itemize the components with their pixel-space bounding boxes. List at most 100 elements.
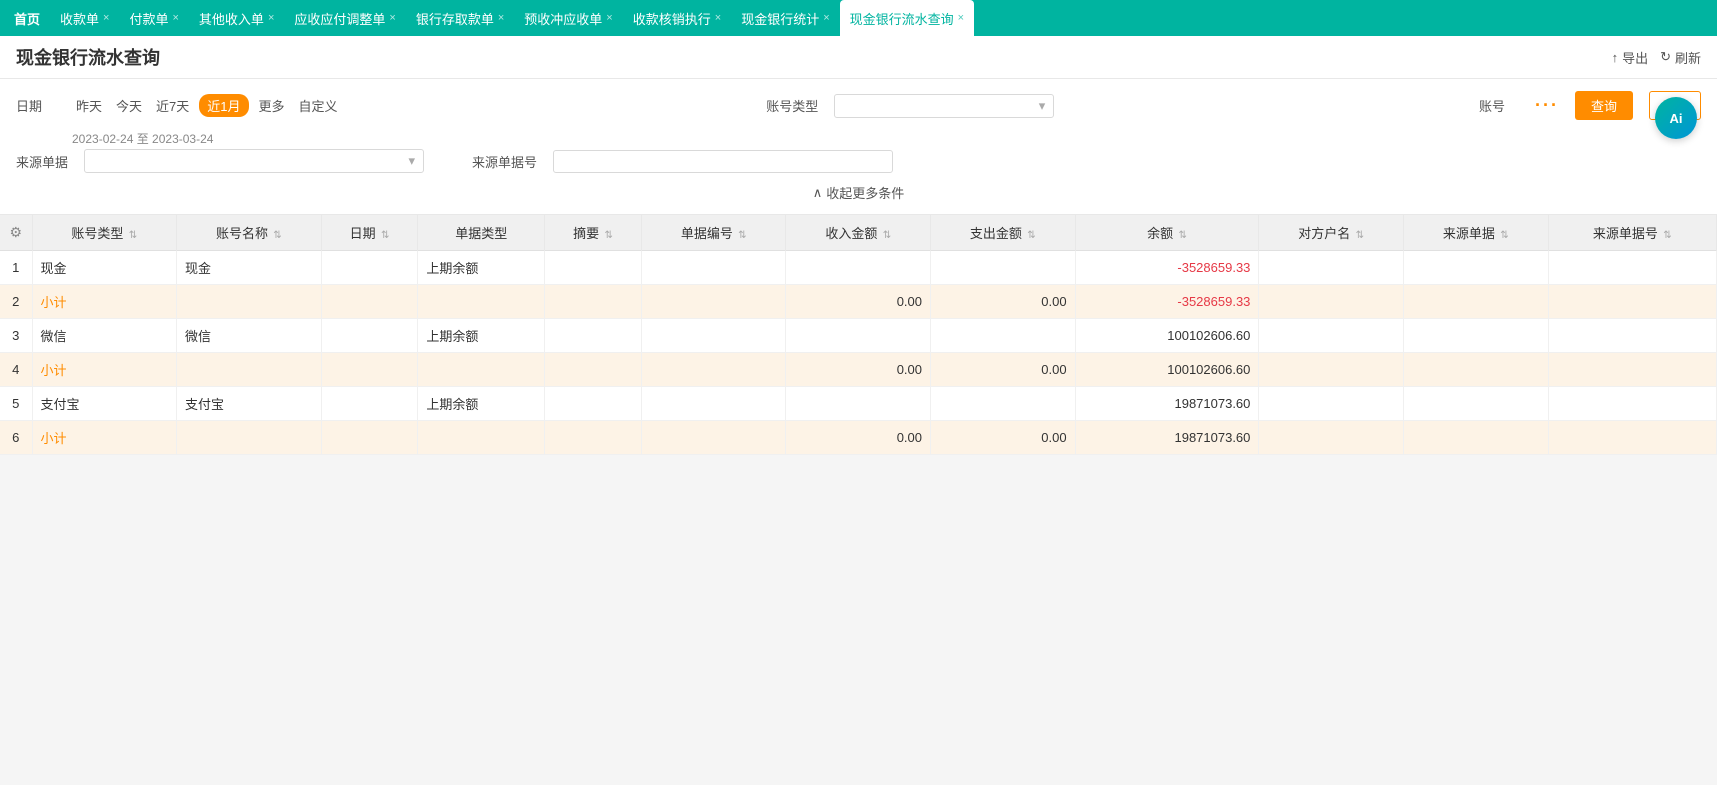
account-type-select[interactable]: ▾ xyxy=(834,94,1054,118)
sort-icon: ⇅ xyxy=(1178,230,1186,241)
row-no: 4 xyxy=(0,353,32,387)
col-source-doc-no[interactable]: 来源单据号 ⇅ xyxy=(1548,215,1717,251)
nav-home[interactable]: 首页 xyxy=(4,0,50,36)
row-source-doc-no xyxy=(1548,319,1717,353)
close-icon[interactable]: × xyxy=(268,12,274,24)
row-summary xyxy=(545,319,642,353)
nav-tab-yushou[interactable]: 预收冲应收单 × xyxy=(514,0,622,36)
yesterday-btn[interactable]: 昨天 xyxy=(72,94,106,117)
row-account-name xyxy=(177,421,322,455)
today-btn[interactable]: 今天 xyxy=(112,94,146,117)
sort-icon: ⇅ xyxy=(883,230,891,241)
row-account-type: 小计 xyxy=(32,285,177,319)
row-doc-type xyxy=(418,353,545,387)
more-btn[interactable]: 更多 xyxy=(255,94,289,117)
col-summary[interactable]: 摘要 ⇅ xyxy=(545,215,642,251)
row-doc-no xyxy=(641,285,786,319)
gear-icon[interactable]: ⚙ xyxy=(9,224,22,240)
col-source-doc[interactable]: 来源单据 ⇅ xyxy=(1403,215,1548,251)
row-account-name xyxy=(177,353,322,387)
query-button[interactable]: 查询 xyxy=(1575,91,1633,120)
row-source-doc-no xyxy=(1548,285,1717,319)
row-doc-type xyxy=(418,421,545,455)
nav-tab-yinhang[interactable]: 银行存取款单 × xyxy=(406,0,514,36)
filter-row-date: 日期 昨天 今天 近7天 近1月 更多 自定义 账号类型 ▾ 账号 ··· 查询… xyxy=(16,91,1701,120)
sort-icon: ⇅ xyxy=(1500,230,1508,241)
row-date xyxy=(321,319,418,353)
export-button[interactable]: ↑ 导出 xyxy=(1612,48,1649,67)
date-shortcuts: 昨天 今天 近7天 近1月 更多 自定义 xyxy=(72,94,342,117)
row-account-name: 微信 xyxy=(177,319,322,353)
close-icon[interactable]: × xyxy=(498,12,504,24)
sort-icon: ⇅ xyxy=(273,230,281,241)
custom-btn[interactable]: 自定义 xyxy=(295,94,342,117)
week-btn[interactable]: 近7天 xyxy=(152,94,193,117)
row-account-type: 支付宝 xyxy=(32,387,177,421)
col-expense[interactable]: 支出金额 ⇅ xyxy=(931,215,1076,251)
close-icon[interactable]: × xyxy=(389,12,395,24)
sort-icon: ⇅ xyxy=(129,230,137,241)
month-btn[interactable]: 近1月 xyxy=(199,94,248,117)
close-icon[interactable]: × xyxy=(823,12,829,24)
source-doc-no-input[interactable] xyxy=(553,150,893,173)
row-summary xyxy=(545,353,642,387)
col-counterpart[interactable]: 对方户名 ⇅ xyxy=(1259,215,1404,251)
source-doc-select[interactable]: ▾ xyxy=(84,149,424,173)
ai-badge[interactable]: Ai xyxy=(1655,97,1697,139)
row-balance: 100102606.60 xyxy=(1075,319,1259,353)
row-balance: -3528659.33 xyxy=(1075,285,1259,319)
col-account-type[interactable]: 账号类型 ⇅ xyxy=(32,215,177,251)
row-counterpart xyxy=(1259,251,1404,285)
collapse-icon: ∧ xyxy=(813,185,823,201)
close-icon[interactable]: × xyxy=(172,12,178,24)
nav-tab-liushui[interactable]: 现金银行流水查询 × xyxy=(840,0,974,36)
nav-tab-shoukuan[interactable]: 收款单 × xyxy=(50,0,119,36)
collapse-bar[interactable]: ∧ 收起更多条件 xyxy=(16,183,1701,202)
row-income xyxy=(786,387,931,421)
sort-icon: ⇅ xyxy=(604,230,612,241)
row-source-doc xyxy=(1403,285,1548,319)
row-balance: 100102606.60 xyxy=(1075,353,1259,387)
nav-tab-tiaozheng[interactable]: 应收应付调整单 × xyxy=(284,0,405,36)
close-icon[interactable]: × xyxy=(103,12,109,24)
top-nav: 首页 收款单 × 付款单 × 其他收入单 × 应收应付调整单 × 银行存取款单 … xyxy=(0,0,1717,36)
close-icon[interactable]: × xyxy=(606,12,612,24)
table-container: ⚙ 账号类型 ⇅ 账号名称 ⇅ 日期 ⇅ 单据类型 摘要 xyxy=(0,215,1717,455)
row-source-doc-no xyxy=(1548,353,1717,387)
col-doc-no[interactable]: 单据编号 ⇅ xyxy=(641,215,786,251)
close-icon[interactable]: × xyxy=(958,12,964,24)
col-income[interactable]: 收入金额 ⇅ xyxy=(786,215,931,251)
row-no: 2 xyxy=(0,285,32,319)
col-date[interactable]: 日期 ⇅ xyxy=(321,215,418,251)
row-source-doc xyxy=(1403,421,1548,455)
row-source-doc xyxy=(1403,251,1548,285)
row-balance: 19871073.60 xyxy=(1075,421,1259,455)
col-account-name[interactable]: 账号名称 ⇅ xyxy=(177,215,322,251)
table-row: 1 现金 现金 上期余额 -3528659.33 xyxy=(0,251,1717,285)
row-summary xyxy=(545,421,642,455)
row-income: 0.00 xyxy=(786,421,931,455)
nav-tab-tongji[interactable]: 现金银行统计 × xyxy=(731,0,839,36)
close-icon[interactable]: × xyxy=(715,12,721,24)
row-date xyxy=(321,353,418,387)
refresh-button[interactable]: ↻ 刷新 xyxy=(1660,48,1701,67)
sort-icon: ⇅ xyxy=(1356,230,1364,241)
col-balance[interactable]: 余额 ⇅ xyxy=(1075,215,1259,251)
table-row: 3 微信 微信 上期余额 100102606.60 xyxy=(0,319,1717,353)
nav-tab-hexiao[interactable]: 收款核销执行 × xyxy=(623,0,731,36)
account-ellipsis-btn[interactable]: ··· xyxy=(1535,95,1559,116)
row-account-name xyxy=(177,285,322,319)
row-counterpart xyxy=(1259,353,1404,387)
table-row: 4 小计 0.00 0.00 100102606.60 xyxy=(0,353,1717,387)
date-label: 日期 xyxy=(16,96,56,115)
nav-tab-qita[interactable]: 其他收入单 × xyxy=(189,0,284,36)
row-doc-type xyxy=(418,285,545,319)
row-doc-type: 上期余额 xyxy=(418,319,545,353)
nav-tab-fukuan[interactable]: 付款单 × xyxy=(119,0,188,36)
row-date xyxy=(321,387,418,421)
row-expense xyxy=(931,387,1076,421)
row-source-doc-no xyxy=(1548,421,1717,455)
data-table: ⚙ 账号类型 ⇅ 账号名称 ⇅ 日期 ⇅ 单据类型 摘要 xyxy=(0,215,1717,455)
row-income: 0.00 xyxy=(786,353,931,387)
row-source-doc-no xyxy=(1548,387,1717,421)
